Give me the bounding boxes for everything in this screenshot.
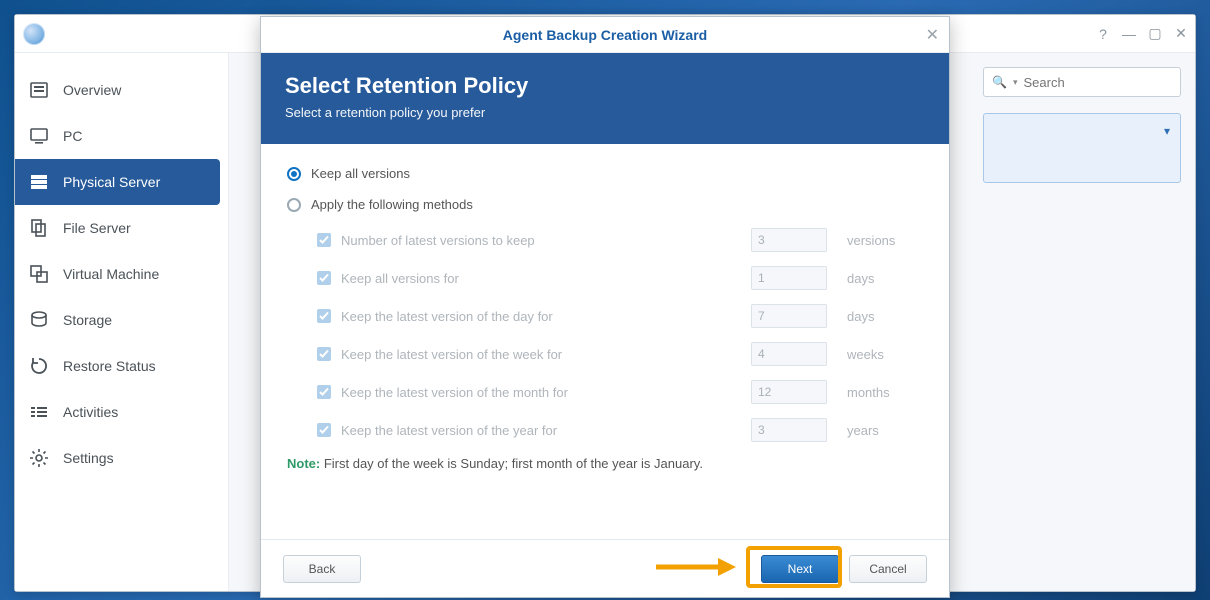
value-input bbox=[751, 418, 827, 442]
search-icon: 🔍 bbox=[992, 75, 1007, 89]
note-text: Note: First day of the week is Sunday; f… bbox=[287, 456, 923, 471]
sidebar-item-activities[interactable]: Activities bbox=[15, 389, 228, 435]
activities-icon bbox=[29, 402, 49, 422]
vm-icon bbox=[29, 264, 49, 284]
wizard-subheading: Select a retention policy you prefer bbox=[285, 105, 925, 120]
search-input[interactable] bbox=[1023, 75, 1172, 90]
sidebar-item-label: Virtual Machine bbox=[63, 266, 159, 282]
sidebar: Overview PC Physical Server File Server … bbox=[15, 53, 229, 591]
radio-apply-methods[interactable]: Apply the following methods bbox=[287, 197, 923, 212]
value-input bbox=[751, 304, 827, 328]
sidebar-item-storage[interactable]: Storage bbox=[15, 297, 228, 343]
checkbox-icon[interactable] bbox=[317, 385, 331, 399]
checkbox-icon[interactable] bbox=[317, 309, 331, 323]
value-input bbox=[751, 380, 827, 404]
sidebar-item-settings[interactable]: Settings bbox=[15, 435, 228, 481]
value-input bbox=[751, 228, 827, 252]
method-label: Keep the latest version of the day for bbox=[341, 309, 741, 324]
dialog-header: Select Retention Policy Select a retenti… bbox=[261, 53, 949, 144]
row-keep-all-days: Keep all versions for days bbox=[317, 266, 923, 290]
checkbox-icon[interactable] bbox=[317, 233, 331, 247]
app-icon bbox=[23, 23, 45, 45]
wizard-dialog: Agent Backup Creation Wizard ✕ Select Re… bbox=[260, 16, 950, 598]
method-label: Number of latest versions to keep bbox=[341, 233, 741, 248]
row-latest-week: Keep the latest version of the week for … bbox=[317, 342, 923, 366]
dialog-footer: Back Next Cancel bbox=[261, 539, 949, 597]
sidebar-item-label: Storage bbox=[63, 312, 112, 328]
unit-label: days bbox=[847, 271, 874, 286]
help-icon[interactable]: ? bbox=[1095, 26, 1111, 42]
sidebar-item-label: File Server bbox=[63, 220, 131, 236]
dialog-body: Keep all versions Apply the following me… bbox=[261, 144, 949, 481]
method-label: Keep the latest version of the year for bbox=[341, 423, 741, 438]
back-button[interactable]: Back bbox=[283, 555, 361, 583]
minimize-icon[interactable]: — bbox=[1121, 26, 1137, 42]
search-box[interactable]: 🔍 ▾ bbox=[983, 67, 1181, 97]
sidebar-item-label: Activities bbox=[63, 404, 118, 420]
row-latest-year: Keep the latest version of the year for … bbox=[317, 418, 923, 442]
wizard-heading: Select Retention Policy bbox=[285, 73, 925, 99]
overview-icon bbox=[29, 80, 49, 100]
window-controls: ? — ▢ ✕ bbox=[1095, 25, 1189, 42]
dialog-title: Agent Backup Creation Wizard bbox=[503, 27, 707, 43]
sidebar-item-label: Overview bbox=[63, 82, 121, 98]
row-latest-versions: Number of latest versions to keep versio… bbox=[317, 228, 923, 252]
sidebar-item-virtual-machine[interactable]: Virtual Machine bbox=[15, 251, 228, 297]
row-latest-month: Keep the latest version of the month for… bbox=[317, 380, 923, 404]
row-latest-day: Keep the latest version of the day for d… bbox=[317, 304, 923, 328]
server-icon bbox=[29, 172, 49, 192]
sidebar-item-overview[interactable]: Overview bbox=[15, 67, 228, 113]
sidebar-item-pc[interactable]: PC bbox=[15, 113, 228, 159]
note-body: First day of the week is Sunday; first m… bbox=[324, 456, 703, 471]
radio-icon bbox=[287, 198, 301, 212]
cancel-button[interactable]: Cancel bbox=[849, 555, 927, 583]
storage-icon bbox=[29, 310, 49, 330]
sidebar-item-label: Settings bbox=[63, 450, 114, 466]
sidebar-item-label: Restore Status bbox=[63, 358, 156, 374]
next-button[interactable]: Next bbox=[761, 555, 839, 583]
radio-icon bbox=[287, 167, 301, 181]
dialog-titlebar[interactable]: Agent Backup Creation Wizard ✕ bbox=[261, 17, 949, 53]
file-server-icon bbox=[29, 218, 49, 238]
sidebar-item-label: PC bbox=[63, 128, 82, 144]
maximize-icon[interactable]: ▢ bbox=[1147, 25, 1163, 42]
radio-label: Keep all versions bbox=[311, 166, 410, 181]
retention-methods: Number of latest versions to keep versio… bbox=[287, 228, 923, 442]
sidebar-item-restore-status[interactable]: Restore Status bbox=[15, 343, 228, 389]
method-label: Keep all versions for bbox=[341, 271, 741, 286]
search-dropdown-icon[interactable]: ▾ bbox=[1013, 77, 1018, 88]
unit-label: versions bbox=[847, 233, 895, 248]
close-icon[interactable]: ✕ bbox=[1173, 25, 1189, 42]
gear-icon bbox=[29, 448, 49, 468]
checkbox-icon[interactable] bbox=[317, 271, 331, 285]
method-label: Keep the latest version of the week for bbox=[341, 347, 741, 362]
unit-label: months bbox=[847, 385, 890, 400]
value-input bbox=[751, 266, 827, 290]
checkbox-icon[interactable] bbox=[317, 423, 331, 437]
unit-label: days bbox=[847, 309, 874, 324]
unit-label: weeks bbox=[847, 347, 884, 362]
dialog-close-icon[interactable]: ✕ bbox=[926, 25, 939, 45]
radio-label: Apply the following methods bbox=[311, 197, 473, 212]
value-input bbox=[751, 342, 827, 366]
note-label: Note: bbox=[287, 456, 320, 471]
restore-icon bbox=[29, 356, 49, 376]
method-label: Keep the latest version of the month for bbox=[341, 385, 741, 400]
unit-label: years bbox=[847, 423, 879, 438]
pc-icon bbox=[29, 126, 49, 146]
radio-keep-all[interactable]: Keep all versions bbox=[287, 166, 923, 181]
sidebar-item-file-server[interactable]: File Server bbox=[15, 205, 228, 251]
side-panel-toggle[interactable]: ▾ bbox=[983, 113, 1181, 183]
chevron-down-icon: ▾ bbox=[1164, 124, 1170, 172]
sidebar-item-label: Physical Server bbox=[63, 174, 160, 190]
checkbox-icon[interactable] bbox=[317, 347, 331, 361]
sidebar-item-physical-server[interactable]: Physical Server bbox=[15, 159, 220, 205]
